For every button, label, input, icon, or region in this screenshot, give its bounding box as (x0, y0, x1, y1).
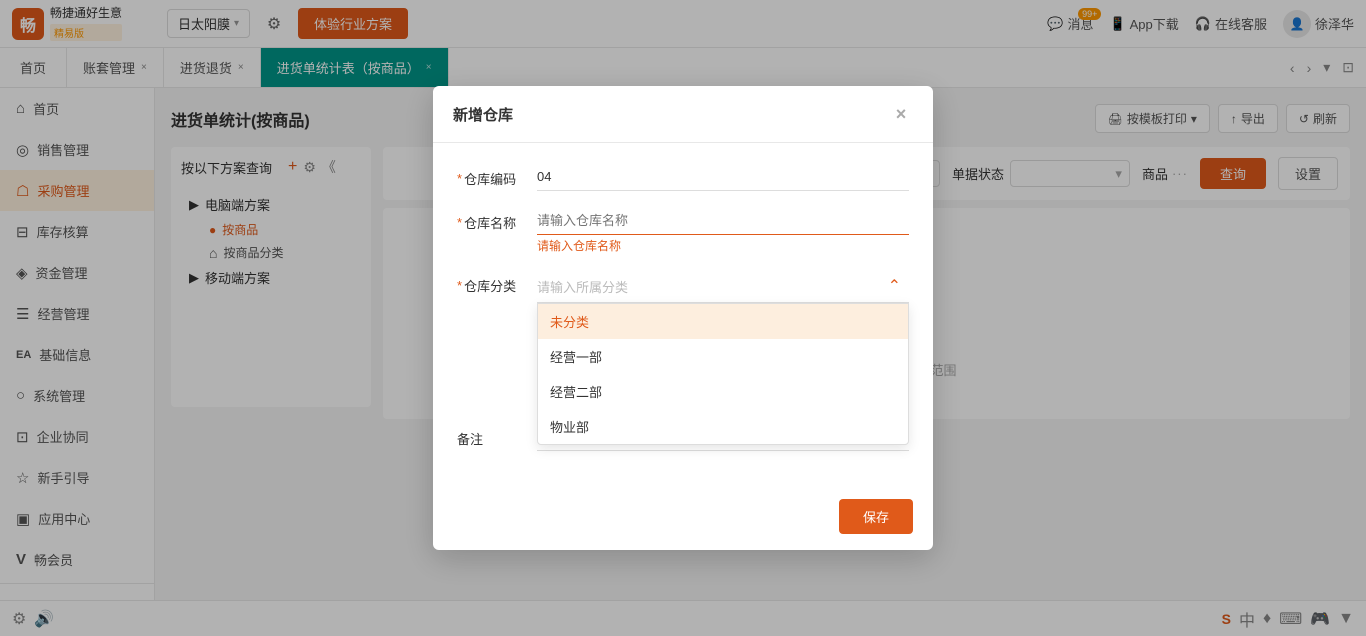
new-warehouse-modal: 新增仓库 × * 仓库编码 * 仓库名称 (433, 86, 933, 550)
category-row: * 仓库分类 请输入所属分类 ⌃ 未分类 经营一部 经营二部 物业部 (457, 270, 909, 303)
code-input[interactable] (537, 163, 909, 191)
modal-body: * 仓库编码 * 仓库名称 请输入仓库名称 (433, 143, 933, 487)
modal-overlay: 新增仓库 × * 仓库编码 * 仓库名称 (0, 0, 1366, 636)
dropdown-item-3[interactable]: 物业部 (538, 409, 908, 444)
dropdown-item-1[interactable]: 经营一部 (538, 339, 908, 374)
name-label: * 仓库名称 (457, 207, 537, 232)
dropdown-item-0[interactable]: 未分类 (538, 304, 908, 339)
modal-title: 新增仓库 (453, 104, 513, 125)
category-dropdown: 未分类 经营一部 经营二部 物业部 (537, 303, 909, 445)
category-up-arrow-icon: ⌃ (888, 276, 901, 296)
category-input-box[interactable]: 请输入所属分类 ⌃ (537, 270, 909, 303)
dropdown-item-2[interactable]: 经营二部 (538, 374, 908, 409)
modal-save-btn[interactable]: 保存 (839, 499, 913, 534)
name-row: * 仓库名称 请输入仓库名称 (457, 207, 909, 254)
code-row: * 仓库编码 (457, 163, 909, 191)
modal-header: 新增仓库 × (433, 86, 933, 143)
category-label: * 仓库分类 (457, 270, 537, 295)
code-label: * 仓库编码 (457, 163, 537, 188)
modal-footer: 保存 (433, 487, 933, 550)
name-input[interactable] (537, 207, 909, 235)
remark-label: 备注 (457, 423, 537, 448)
name-error-msg: 请输入仓库名称 (537, 237, 909, 254)
modal-close-btn[interactable]: × (889, 102, 913, 126)
